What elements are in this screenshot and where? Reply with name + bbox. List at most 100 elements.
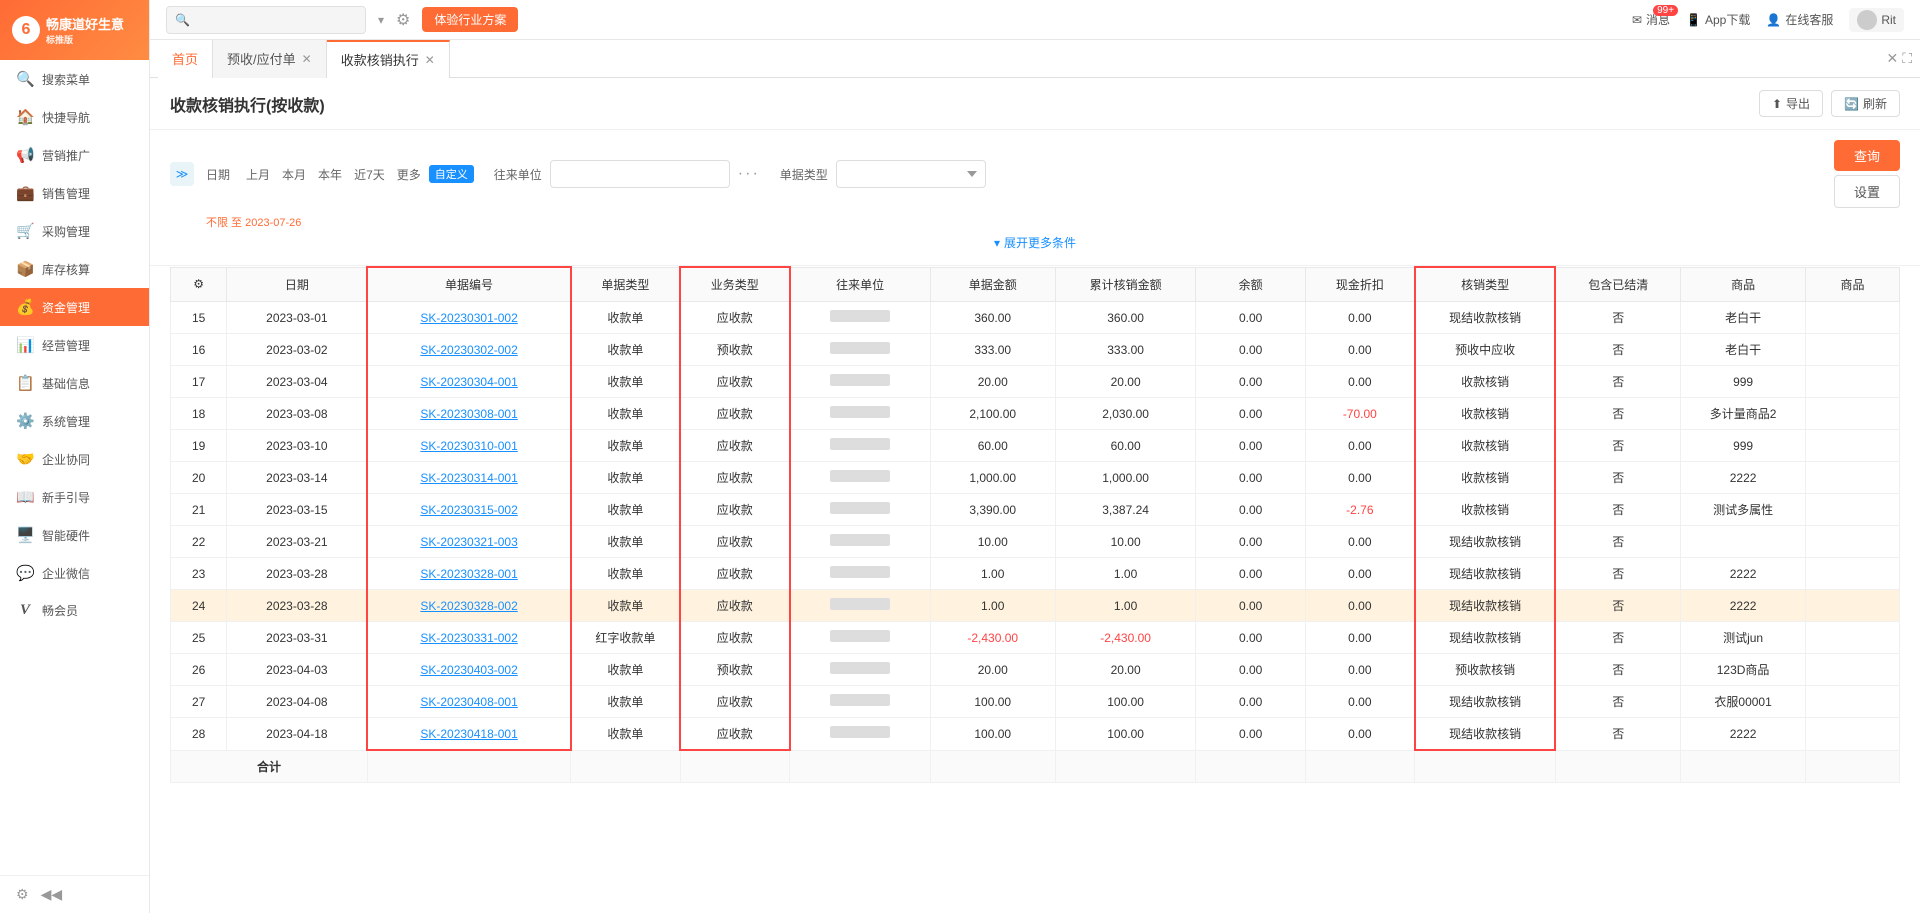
row-accum: 3,387.24 <box>1055 494 1196 526</box>
row-goods: 999 <box>1681 366 1806 398</box>
row-settled: 否 <box>1555 302 1680 334</box>
row-balance: 0.00 <box>1196 718 1305 751</box>
row-discount: 0.00 <box>1305 462 1414 494</box>
content-area: 收款核销执行(按收款) ⬆ 导出 🔄 刷新 ≫ 日期 <box>150 78 1920 913</box>
docno-link[interactable]: SK-20230315-002 <box>420 503 517 517</box>
date-7days[interactable]: 近7天 <box>350 164 389 185</box>
export-btn[interactable]: ⬆ 导出 <box>1759 90 1823 117</box>
filter-date-btns: 上月 本月 本年 近7天 更多 自定义 <box>242 164 474 185</box>
collapse-icon[interactable]: ◀◀ <box>41 886 63 903</box>
tab-close-all-icon[interactable]: ✕ <box>1886 50 1898 67</box>
writeoff-tab-close[interactable]: ✕ <box>425 53 435 67</box>
row-writeoff: 收款核销 <box>1415 398 1556 430</box>
row-settled: 否 <box>1555 462 1680 494</box>
row-balance: 0.00 <box>1196 462 1305 494</box>
row-goods2 <box>1806 622 1900 654</box>
row-biztype: 应收款 <box>680 686 789 718</box>
sidebar-item-purchase[interactable]: 🛒采购管理 <box>0 212 149 250</box>
docno-link[interactable]: SK-20230302-002 <box>420 343 517 357</box>
query-btn[interactable]: 查询 <box>1834 140 1900 171</box>
sidebar-item-sales[interactable]: 💼销售管理 <box>0 174 149 212</box>
date-custom-btn[interactable]: 自定义 <box>429 165 474 183</box>
row-balance: 0.00 <box>1196 526 1305 558</box>
row-balance: 0.00 <box>1196 334 1305 366</box>
topbar-search-box[interactable]: 🔍 <box>166 6 366 34</box>
col-doctype-header: 单据类型 <box>571 267 680 302</box>
partner-input[interactable] <box>550 160 730 188</box>
docno-link[interactable]: SK-20230301-002 <box>420 311 517 325</box>
date-this-month[interactable]: 本月 <box>278 164 310 185</box>
search-icon: 🔍 <box>175 13 190 27</box>
col-settings-header[interactable]: ⚙ <box>171 267 227 302</box>
doctype-select[interactable] <box>836 160 986 188</box>
row-no: 28 <box>171 718 227 751</box>
sidebar-item-guide[interactable]: 📖新手引导 <box>0 478 149 516</box>
filter-collapse-btn[interactable]: ≫ <box>170 162 194 186</box>
tab-expand-icon[interactable]: ⛶ <box>1902 50 1912 67</box>
docno-link[interactable]: SK-20230331-002 <box>420 631 517 645</box>
sidebar-item-basic[interactable]: 📋基础信息 <box>0 364 149 402</box>
dropdown-icon[interactable]: ▾ <box>378 13 384 27</box>
user-area[interactable]: Rit <box>1849 8 1904 32</box>
home-icon: 🏠 <box>16 108 34 126</box>
row-docno: SK-20230331-002 <box>367 622 570 654</box>
docno-link[interactable]: SK-20230308-001 <box>420 407 517 421</box>
docno-link[interactable]: SK-20230328-002 <box>420 599 517 613</box>
industry-btn[interactable]: 体验行业方案 <box>422 7 518 32</box>
prepay-tab-close[interactable]: ✕ <box>302 52 312 66</box>
docno-link[interactable]: SK-20230310-001 <box>420 439 517 453</box>
sidebar-item-wechat[interactable]: 💬企业微信 <box>0 554 149 592</box>
sidebar-item-inventory[interactable]: 📦库存核算 <box>0 250 149 288</box>
row-docno: SK-20230301-002 <box>367 302 570 334</box>
date-last-month[interactable]: 上月 <box>242 164 274 185</box>
settings-bottom-icon[interactable]: ⚙ <box>16 886 29 903</box>
row-no: 27 <box>171 686 227 718</box>
tab-home[interactable]: 首页 <box>158 40 213 78</box>
footer-accum <box>1055 750 1196 782</box>
settings-filter-btn[interactable]: 设置 <box>1834 175 1900 208</box>
date-more[interactable]: 更多 <box>393 164 425 185</box>
sidebar-item-collab[interactable]: 🤝企业协同 <box>0 440 149 478</box>
operation-icon: 📊 <box>16 336 34 354</box>
row-balance: 0.00 <box>1196 622 1305 654</box>
config-icon[interactable]: ⚙ <box>396 10 410 30</box>
docno-link[interactable]: SK-20230328-001 <box>420 567 517 581</box>
docno-link[interactable]: SK-20230314-001 <box>420 471 517 485</box>
tabs-bar: 首页 预收/应付单 ✕ 收款核销执行 ✕ ✕ ⛶ <box>150 40 1920 78</box>
docno-link[interactable]: SK-20230403-002 <box>420 663 517 677</box>
row-discount: -70.00 <box>1305 398 1414 430</box>
message-area[interactable]: ✉ 消息 99+ <box>1632 11 1670 28</box>
date-this-year[interactable]: 本年 <box>314 164 346 185</box>
sidebar-item-member[interactable]: V畅会员 <box>0 592 149 629</box>
sidebar-item-system[interactable]: ⚙️系统管理 <box>0 402 149 440</box>
table-settings-icon[interactable]: ⚙ <box>193 277 204 291</box>
docno-link[interactable]: SK-20230321-003 <box>420 535 517 549</box>
filter-more-dots[interactable]: ··· <box>738 165 760 183</box>
sidebar-item-marketing[interactable]: 📢营销推广 <box>0 136 149 174</box>
col-accum-header: 累计核销金额 <box>1055 267 1196 302</box>
docno-link[interactable]: SK-20230408-001 <box>420 695 517 709</box>
row-amount: 60.00 <box>930 430 1055 462</box>
docno-link[interactable]: SK-20230304-001 <box>420 375 517 389</box>
tab-writeoff[interactable]: 收款核销执行 ✕ <box>327 40 450 78</box>
tab-prepay[interactable]: 预收/应付单 ✕ <box>213 40 327 78</box>
footer-goods2 <box>1806 750 1900 782</box>
sidebar-item-hardware[interactable]: 🖥️智能硬件 <box>0 516 149 554</box>
row-docno: SK-20230403-002 <box>367 654 570 686</box>
hardware-icon: 🖥️ <box>16 526 34 544</box>
sidebar-item-operation[interactable]: 📊经营管理 <box>0 326 149 364</box>
row-accum: 100.00 <box>1055 686 1196 718</box>
sidebar-item-finance[interactable]: 💰资金管理 <box>0 288 149 326</box>
sidebar-item-search[interactable]: 🔍搜索菜单 <box>0 60 149 98</box>
writeoff-tab-label: 收款核销执行 <box>341 50 419 69</box>
online-service-area[interactable]: 👤 在线客服 <box>1766 11 1833 28</box>
sidebar-item-quicknav[interactable]: 🏠快捷导航 <box>0 98 149 136</box>
app-download-area[interactable]: 📱 App下载 <box>1686 11 1750 28</box>
row-goods: 衣服00001 <box>1681 686 1806 718</box>
row-doctype: 收款单 <box>571 494 680 526</box>
refresh-btn[interactable]: 🔄 刷新 <box>1831 90 1900 117</box>
docno-link[interactable]: SK-20230418-001 <box>420 727 517 741</box>
row-no: 23 <box>171 558 227 590</box>
expand-more-btn[interactable]: ▾ 展开更多条件 <box>994 234 1076 251</box>
collab-icon: 🤝 <box>16 450 34 468</box>
